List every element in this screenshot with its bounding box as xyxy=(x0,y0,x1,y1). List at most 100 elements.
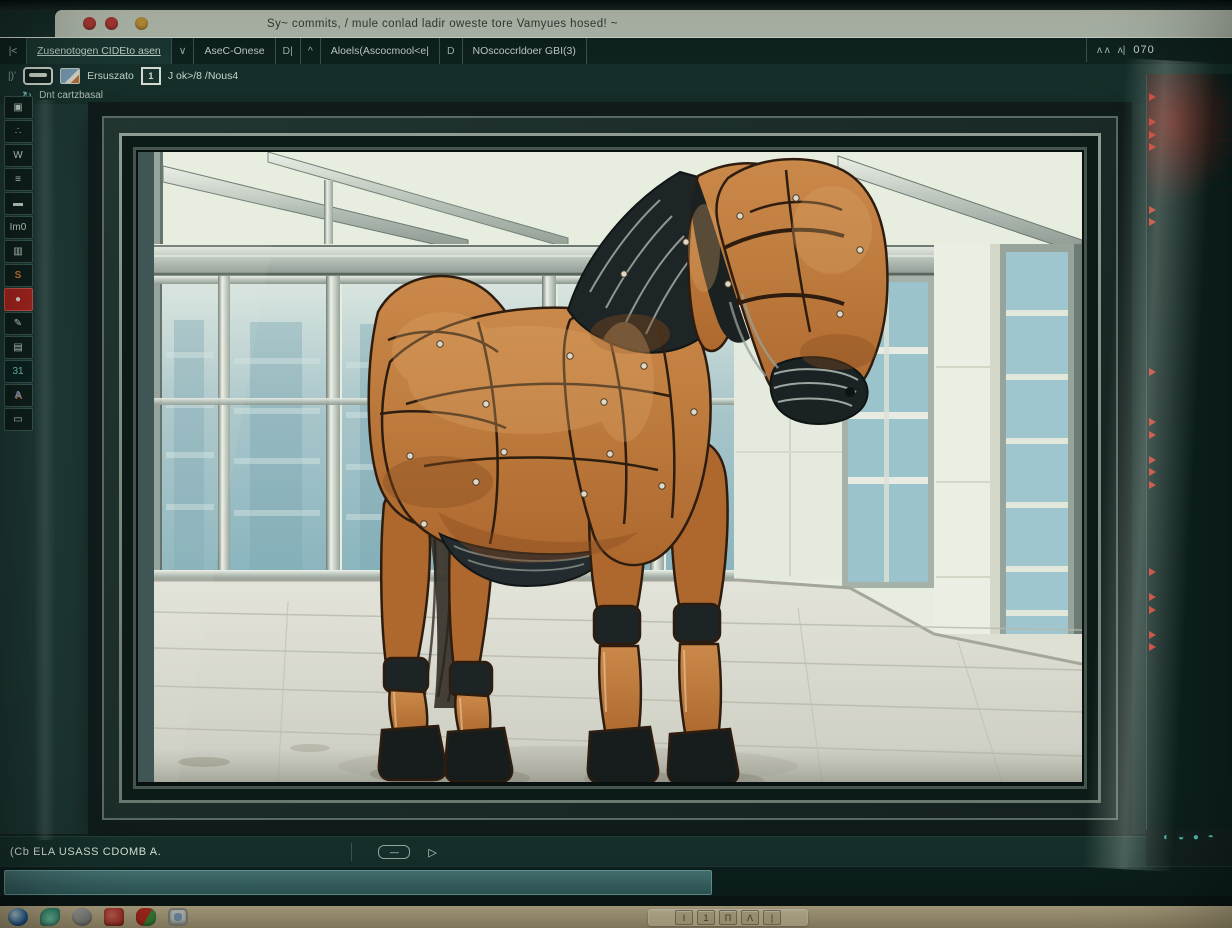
bezel-sticker xyxy=(8,908,28,926)
code-line: \O)1.7)(( xyxy=(1147,653,1232,666)
bezel-sticker xyxy=(72,908,92,926)
tool-button[interactable]: Im0 xyxy=(3,216,33,239)
monitor-button[interactable]: 1 xyxy=(697,910,715,925)
toolbar: |)ʼ Ersuszato 1 J ok>/8 /Nous4 ↻ Dnt car… xyxy=(0,64,1232,104)
tool-button[interactable]: A xyxy=(3,384,33,407)
tool-button[interactable]: ▤ xyxy=(3,336,33,359)
monitor-button[interactable]: I xyxy=(675,910,693,925)
code-line: M xyxy=(1147,666,1232,679)
tool-button[interactable]: W xyxy=(3,144,33,167)
horizontal-scrollbar[interactable] xyxy=(0,866,1232,897)
code-panel[interactable]: -40T BB 5T( hY C3XL: OF00=1OM wBUt|i<7) … xyxy=(1146,74,1232,830)
tab-nav-back-icon[interactable]: |< xyxy=(0,38,27,64)
code-line: O3 BE7Q4( xyxy=(1147,266,1232,279)
monitor-button[interactable]: Λ xyxy=(741,910,759,925)
code-line: LB3QIB(| xyxy=(1147,366,1232,379)
tool-button[interactable]: ▬ xyxy=(3,192,33,215)
code-line: CO@>OGI( xyxy=(1147,241,1232,254)
code-line: OCU Mn2( xyxy=(1147,453,1232,466)
tool-icon: ▥ xyxy=(13,246,23,257)
code-line: C<D( xyxy=(1147,691,1232,704)
tool-button[interactable]: 31 xyxy=(3,360,33,383)
tab[interactable]: Aloels(Ascocmool<e| xyxy=(320,38,440,64)
monitor-button[interactable]: Π xyxy=(719,910,737,925)
code-line: O((D.-T( xyxy=(1147,391,1232,404)
window-controls xyxy=(83,17,157,30)
tabbar-right-controls: ʌ ʌ ʌ| 070 xyxy=(1086,38,1165,62)
code-line: hY C3XL: xyxy=(1147,91,1232,104)
code-line: OCCI EO)( xyxy=(1147,466,1232,479)
cursor-play-icon[interactable]: ▷ xyxy=(428,846,436,859)
tool-button[interactable]: ▭ xyxy=(3,408,33,431)
code-line: OER. xyxy=(1147,791,1232,804)
thumbnail-icon[interactable] xyxy=(60,68,81,84)
bezel-sticker xyxy=(40,908,60,926)
tool-button[interactable]: ▥ xyxy=(3,240,33,263)
scrollbar-thumb[interactable] xyxy=(4,870,712,895)
tool-icon: ▭ xyxy=(13,414,23,425)
tab[interactable]: Zusenotogen CIDEto asen xyxy=(27,38,172,64)
code-line: -OL3B N(( xyxy=(1147,541,1232,554)
code-line: OnnCBL( xyxy=(1147,503,1232,516)
code-line: BT BH .D(( xyxy=(1147,341,1232,354)
chevron-bar-icon[interactable]: ʌ| xyxy=(1118,45,1126,56)
bezel-sticker xyxy=(104,908,124,926)
code-line: T 2OnG(( xyxy=(1147,416,1232,429)
status-separator xyxy=(351,843,353,861)
tab[interactable]: NOscoccrldoer GBI(3) xyxy=(462,38,587,64)
monitor-bottom-bezel: I 1 Π Λ | xyxy=(0,906,1232,928)
tool-button[interactable]: ∴ xyxy=(3,120,33,143)
status-text: (Cb ELA USASS CDOMB A. xyxy=(10,846,162,858)
code-line: )OBM ._( xyxy=(1147,441,1232,454)
code-line: O13mn|(( xyxy=(1147,491,1232,504)
window-title: Sy~ commits, / mule conlad ladir oweste … xyxy=(267,17,618,30)
code-line: (M<O) Ca( xyxy=(1147,203,1232,216)
tab[interactable]: AseC-Onese xyxy=(194,38,276,64)
tool-button[interactable]: ≡ xyxy=(3,168,33,191)
tab[interactable]: ∨ xyxy=(171,38,195,64)
code-line: D)3I 7(( xyxy=(1147,641,1232,654)
page-label[interactable]: J ok>/8 /Nous4 xyxy=(168,70,238,82)
picture-frame xyxy=(88,102,1132,834)
tab[interactable]: D| xyxy=(275,38,301,64)
panel-footer-icons[interactable]: ◐ ◒ ● ◓ xyxy=(1148,832,1232,848)
code-line: <OWRT =3( xyxy=(1147,316,1232,329)
tool-button[interactable]: ● xyxy=(3,288,33,311)
close-button-2[interactable] xyxy=(105,17,118,30)
code-line: EBBL Lne xyxy=(1147,216,1232,229)
tab-label: Aloels(Ascocmool<e| xyxy=(330,45,429,57)
code-line: OF00=1OM xyxy=(1147,103,1232,116)
code-line: C3B( xyxy=(1147,753,1232,766)
tab[interactable]: ^ xyxy=(300,38,321,64)
tab[interactable]: D xyxy=(439,38,463,64)
titlebar-corner xyxy=(0,10,55,37)
monitor-button[interactable]: | xyxy=(763,910,781,925)
sync-label[interactable]: Dnt cartzbasal xyxy=(39,90,103,101)
dash-icon[interactable]: — xyxy=(378,845,411,859)
chevron-up-icons[interactable]: ʌ ʌ xyxy=(1097,45,1110,56)
tool-icon: ● xyxy=(14,294,22,305)
tool-icon: ✎ xyxy=(13,318,23,329)
artwork-robot-horse xyxy=(138,152,1082,782)
window-titlebar: Sy~ commits, / mule conlad ladir oweste … xyxy=(55,10,1232,37)
tool-button[interactable]: ✎ xyxy=(3,312,33,335)
tool-icon: ∴ xyxy=(14,126,22,137)
monitor-button-panel: I 1 Π Λ | xyxy=(648,909,808,926)
code-line: O3=( xyxy=(1147,716,1232,729)
page-icon[interactable]: 1 xyxy=(140,67,161,85)
close-button[interactable] xyxy=(83,17,96,30)
tool-button[interactable]: ▣ xyxy=(3,96,33,119)
tool-icon: A xyxy=(14,390,22,401)
tool-icon: ≡ xyxy=(15,174,21,185)
filmstrip-label[interactable]: Ersuszato xyxy=(87,70,134,82)
minimize-button[interactable] xyxy=(135,17,148,30)
tool-icon: 31 xyxy=(12,366,24,377)
window-b xyxy=(1000,244,1074,664)
tab-bar: |< Zusenotogen CIDEto asen ∨ AseC-Onese … xyxy=(0,37,1232,65)
image-strip-icon[interactable] xyxy=(23,67,54,85)
tool-icon: W xyxy=(13,150,23,161)
tool-button[interactable]: S xyxy=(3,264,33,287)
